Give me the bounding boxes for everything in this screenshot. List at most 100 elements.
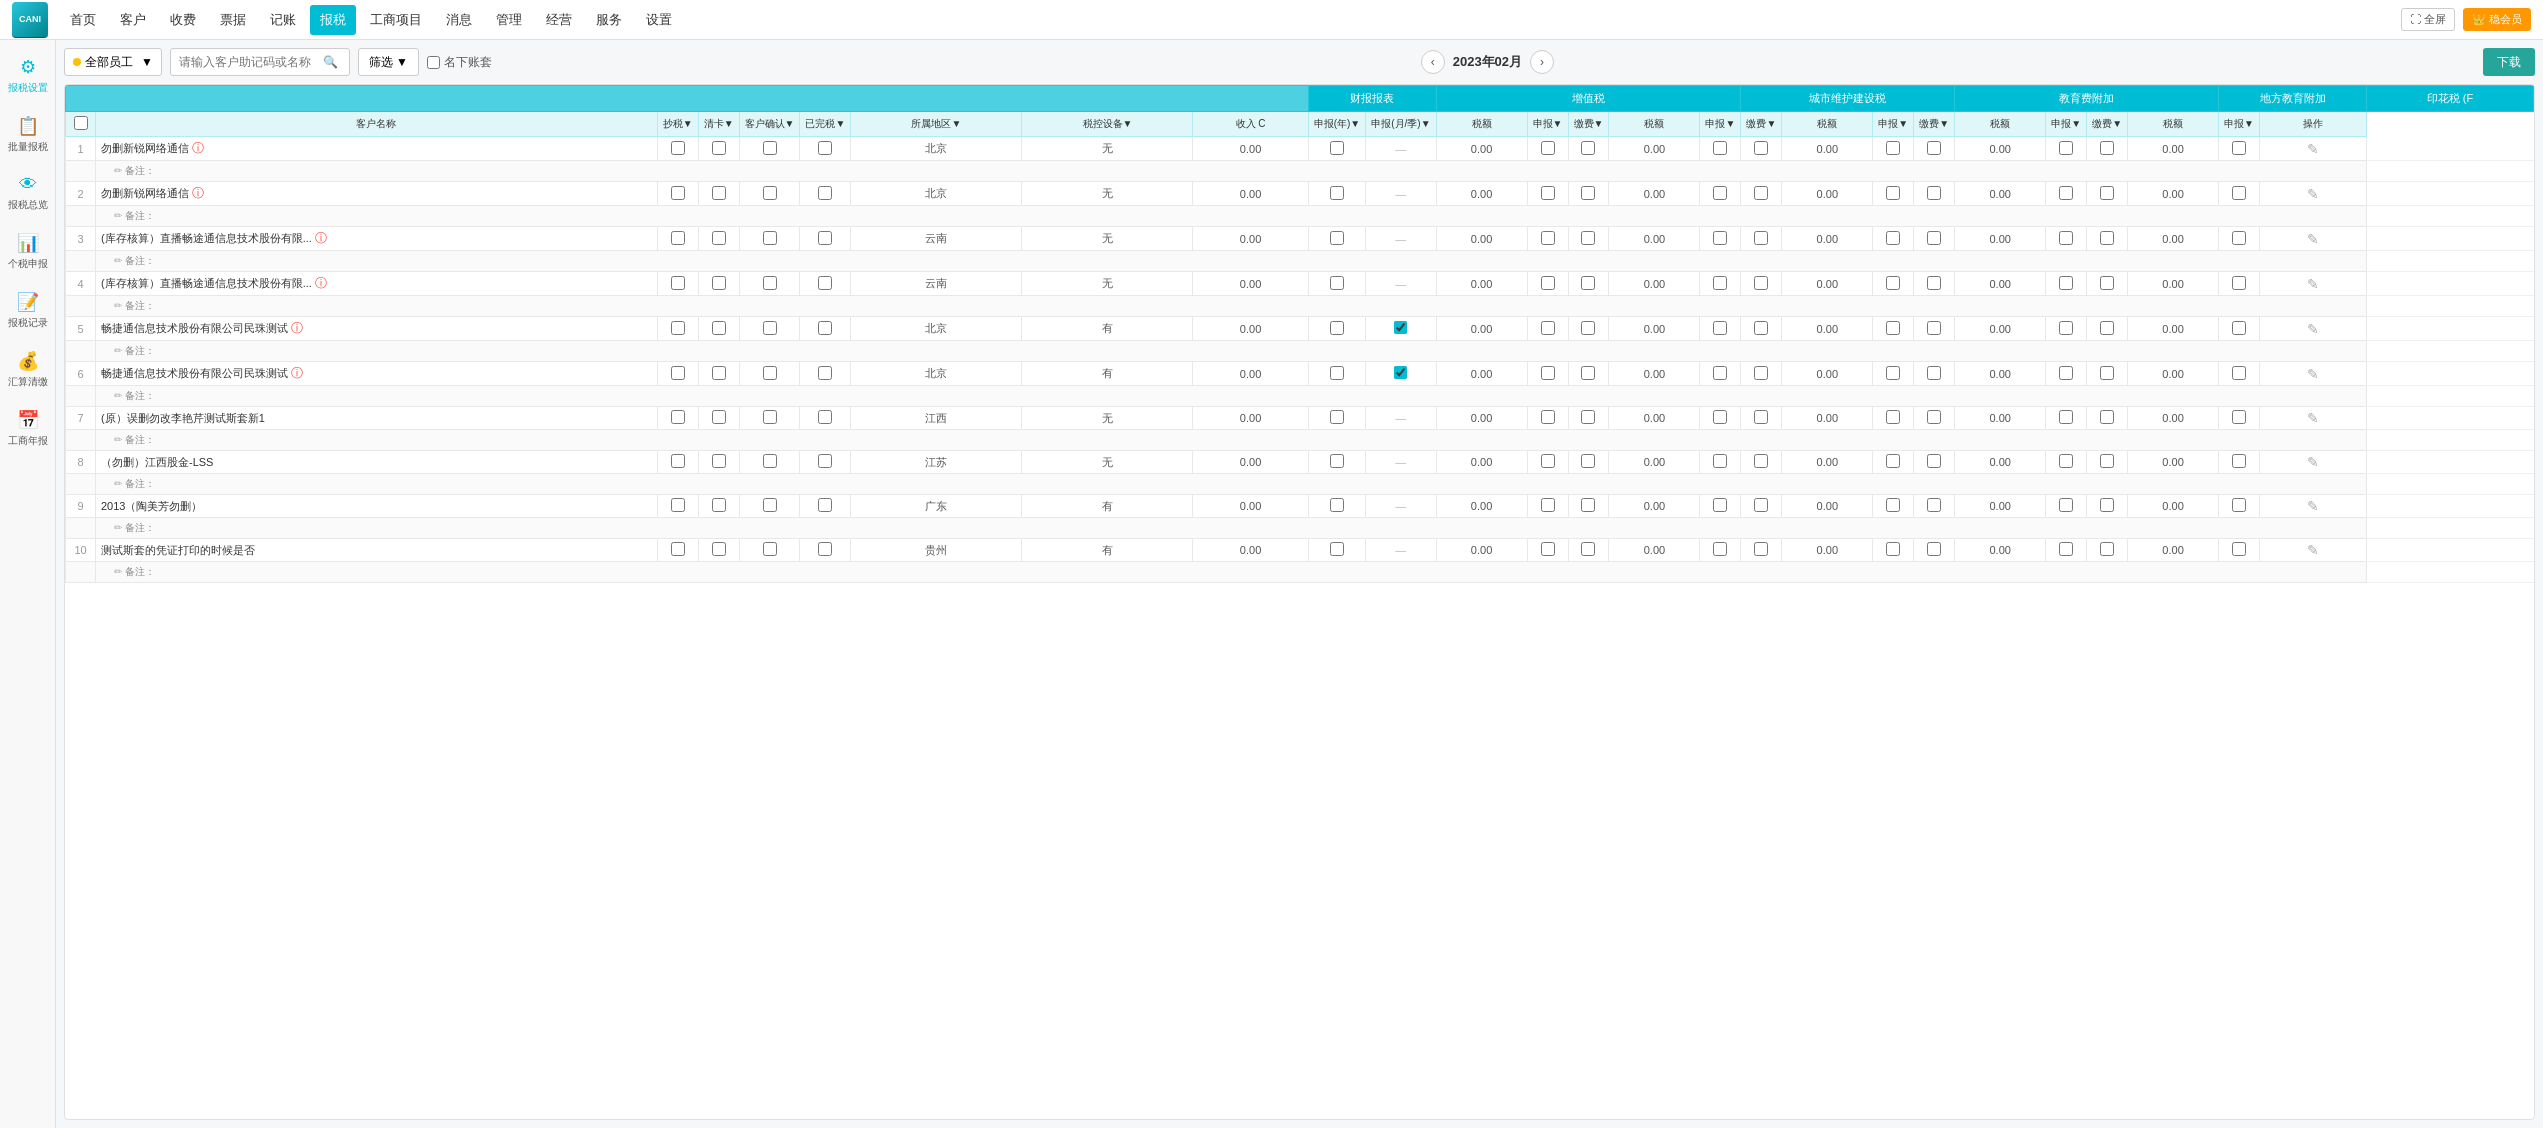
report-month-checkbox[interactable] xyxy=(1394,321,1407,334)
confirm-checkbox-cb[interactable] xyxy=(763,454,777,468)
report-month-checkbox[interactable] xyxy=(1394,366,1407,379)
edu-report-checkbox-cb[interactable] xyxy=(1886,498,1900,512)
edu-pay-checkbox[interactable] xyxy=(1914,362,1955,386)
edu-report-checkbox-cb[interactable] xyxy=(1886,454,1900,468)
edu-pay-checkbox-cb[interactable] xyxy=(1927,410,1941,424)
edit-icon[interactable]: ✎ xyxy=(2307,321,2319,337)
confirm-checkbox[interactable] xyxy=(739,227,800,251)
edu-pay-checkbox-cb[interactable] xyxy=(1927,454,1941,468)
chaosui-checkbox[interactable] xyxy=(657,362,698,386)
local-report-checkbox[interactable] xyxy=(2046,362,2087,386)
confirm-checkbox[interactable] xyxy=(739,495,800,518)
local-report-checkbox-cb[interactable] xyxy=(2059,231,2073,245)
vat-pay-checkbox[interactable] xyxy=(1568,272,1609,296)
nav-business[interactable]: 工商项目 xyxy=(360,5,432,35)
city-pay-checkbox-cb[interactable] xyxy=(1754,454,1768,468)
action-cell[interactable]: ✎ xyxy=(2260,451,2367,474)
city-report-checkbox[interactable] xyxy=(1700,182,1741,206)
local-pay-checkbox-cb[interactable] xyxy=(2100,454,2114,468)
edu-report-checkbox[interactable] xyxy=(1873,451,1914,474)
report-month-cell[interactable]: — xyxy=(1366,182,1436,206)
th-edu-report[interactable]: 申报▼ xyxy=(1873,112,1914,137)
local-pay-checkbox[interactable] xyxy=(2087,227,2128,251)
edu-pay-checkbox[interactable] xyxy=(1914,182,1955,206)
vat-pay-checkbox-cb[interactable] xyxy=(1581,454,1595,468)
paid-checkbox[interactable] xyxy=(800,407,851,430)
th-local-report[interactable]: 申报▼ xyxy=(2046,112,2087,137)
report-year-checkbox-cb[interactable] xyxy=(1330,231,1344,245)
report-year-checkbox-cb[interactable] xyxy=(1330,141,1344,155)
qingka-checkbox[interactable] xyxy=(698,495,739,518)
vat-report-checkbox-cb[interactable] xyxy=(1541,321,1555,335)
edu-report-checkbox[interactable] xyxy=(1873,317,1914,341)
paid-checkbox[interactable] xyxy=(800,137,851,161)
stamp-report-checkbox[interactable] xyxy=(2219,495,2260,518)
vat-pay-checkbox-cb[interactable] xyxy=(1581,276,1595,290)
th-report-month[interactable]: 申报(月/季)▼ xyxy=(1366,112,1436,137)
prev-month-button[interactable]: ‹ xyxy=(1421,50,1445,74)
vat-report-checkbox[interactable] xyxy=(1527,182,1568,206)
action-cell[interactable]: ✎ xyxy=(2260,539,2367,562)
report-year-checkbox-cb[interactable] xyxy=(1330,498,1344,512)
nav-manage[interactable]: 管理 xyxy=(486,5,532,35)
stamp-report-checkbox-cb[interactable] xyxy=(2232,410,2246,424)
city-pay-checkbox[interactable] xyxy=(1741,495,1782,518)
local-pay-checkbox[interactable] xyxy=(2087,539,2128,562)
sub-item-annual-report[interactable]: 📅 工商年报 xyxy=(3,401,53,456)
stamp-report-checkbox[interactable] xyxy=(2219,227,2260,251)
paid-checkbox-cb[interactable] xyxy=(818,366,832,380)
confirm-checkbox-cb[interactable] xyxy=(763,321,777,335)
local-report-checkbox[interactable] xyxy=(2046,317,2087,341)
paid-checkbox-cb[interactable] xyxy=(818,231,832,245)
vat-report-checkbox[interactable] xyxy=(1527,272,1568,296)
local-report-checkbox-cb[interactable] xyxy=(2059,321,2073,335)
paid-checkbox[interactable] xyxy=(800,182,851,206)
local-report-checkbox[interactable] xyxy=(2046,227,2087,251)
nav-tax[interactable]: 报税 xyxy=(310,5,356,35)
chaosui-checkbox-cb[interactable] xyxy=(671,498,685,512)
edu-report-checkbox[interactable] xyxy=(1873,362,1914,386)
report-month-cell[interactable]: — xyxy=(1366,539,1436,562)
next-month-button[interactable]: › xyxy=(1530,50,1554,74)
qingka-checkbox-cb[interactable] xyxy=(712,231,726,245)
city-report-checkbox[interactable] xyxy=(1700,495,1741,518)
qingka-checkbox[interactable] xyxy=(698,272,739,296)
local-pay-checkbox[interactable] xyxy=(2087,495,2128,518)
edu-pay-checkbox[interactable] xyxy=(1914,272,1955,296)
vat-report-checkbox-cb[interactable] xyxy=(1541,542,1555,556)
local-pay-checkbox-cb[interactable] xyxy=(2100,231,2114,245)
confirm-checkbox[interactable] xyxy=(739,182,800,206)
city-report-checkbox[interactable] xyxy=(1700,317,1741,341)
stamp-report-checkbox[interactable] xyxy=(2219,272,2260,296)
action-cell[interactable]: ✎ xyxy=(2260,272,2367,296)
paid-checkbox[interactable] xyxy=(800,495,851,518)
local-pay-checkbox-cb[interactable] xyxy=(2100,542,2114,556)
th-city-pay[interactable]: 缴费▼ xyxy=(1741,112,1782,137)
fullscreen-button[interactable]: ⛶ 全屏 xyxy=(2401,8,2455,31)
city-pay-checkbox[interactable] xyxy=(1741,539,1782,562)
chaosui-checkbox-cb[interactable] xyxy=(671,454,685,468)
stamp-report-checkbox[interactable] xyxy=(2219,407,2260,430)
city-pay-checkbox[interactable] xyxy=(1741,137,1782,161)
vat-report-checkbox-cb[interactable] xyxy=(1541,454,1555,468)
local-pay-checkbox-cb[interactable] xyxy=(2100,186,2114,200)
city-pay-checkbox[interactable] xyxy=(1741,362,1782,386)
chaosui-checkbox[interactable] xyxy=(657,407,698,430)
city-pay-checkbox-cb[interactable] xyxy=(1754,276,1768,290)
city-report-checkbox[interactable] xyxy=(1700,137,1741,161)
edu-report-checkbox[interactable] xyxy=(1873,495,1914,518)
confirm-checkbox[interactable] xyxy=(739,451,800,474)
vat-report-checkbox[interactable] xyxy=(1527,227,1568,251)
vat-pay-checkbox[interactable] xyxy=(1568,407,1609,430)
stamp-report-checkbox-cb[interactable] xyxy=(2232,141,2246,155)
vat-pay-checkbox-cb[interactable] xyxy=(1581,141,1595,155)
confirm-checkbox-cb[interactable] xyxy=(763,498,777,512)
edit-icon[interactable]: ✎ xyxy=(2307,141,2319,157)
action-cell[interactable]: ✎ xyxy=(2260,137,2367,161)
vat-report-checkbox-cb[interactable] xyxy=(1541,410,1555,424)
chaosui-checkbox-cb[interactable] xyxy=(671,141,685,155)
local-report-checkbox[interactable] xyxy=(2046,182,2087,206)
city-pay-checkbox-cb[interactable] xyxy=(1754,141,1768,155)
city-report-checkbox-cb[interactable] xyxy=(1713,186,1727,200)
report-year-checkbox-cb[interactable] xyxy=(1330,186,1344,200)
